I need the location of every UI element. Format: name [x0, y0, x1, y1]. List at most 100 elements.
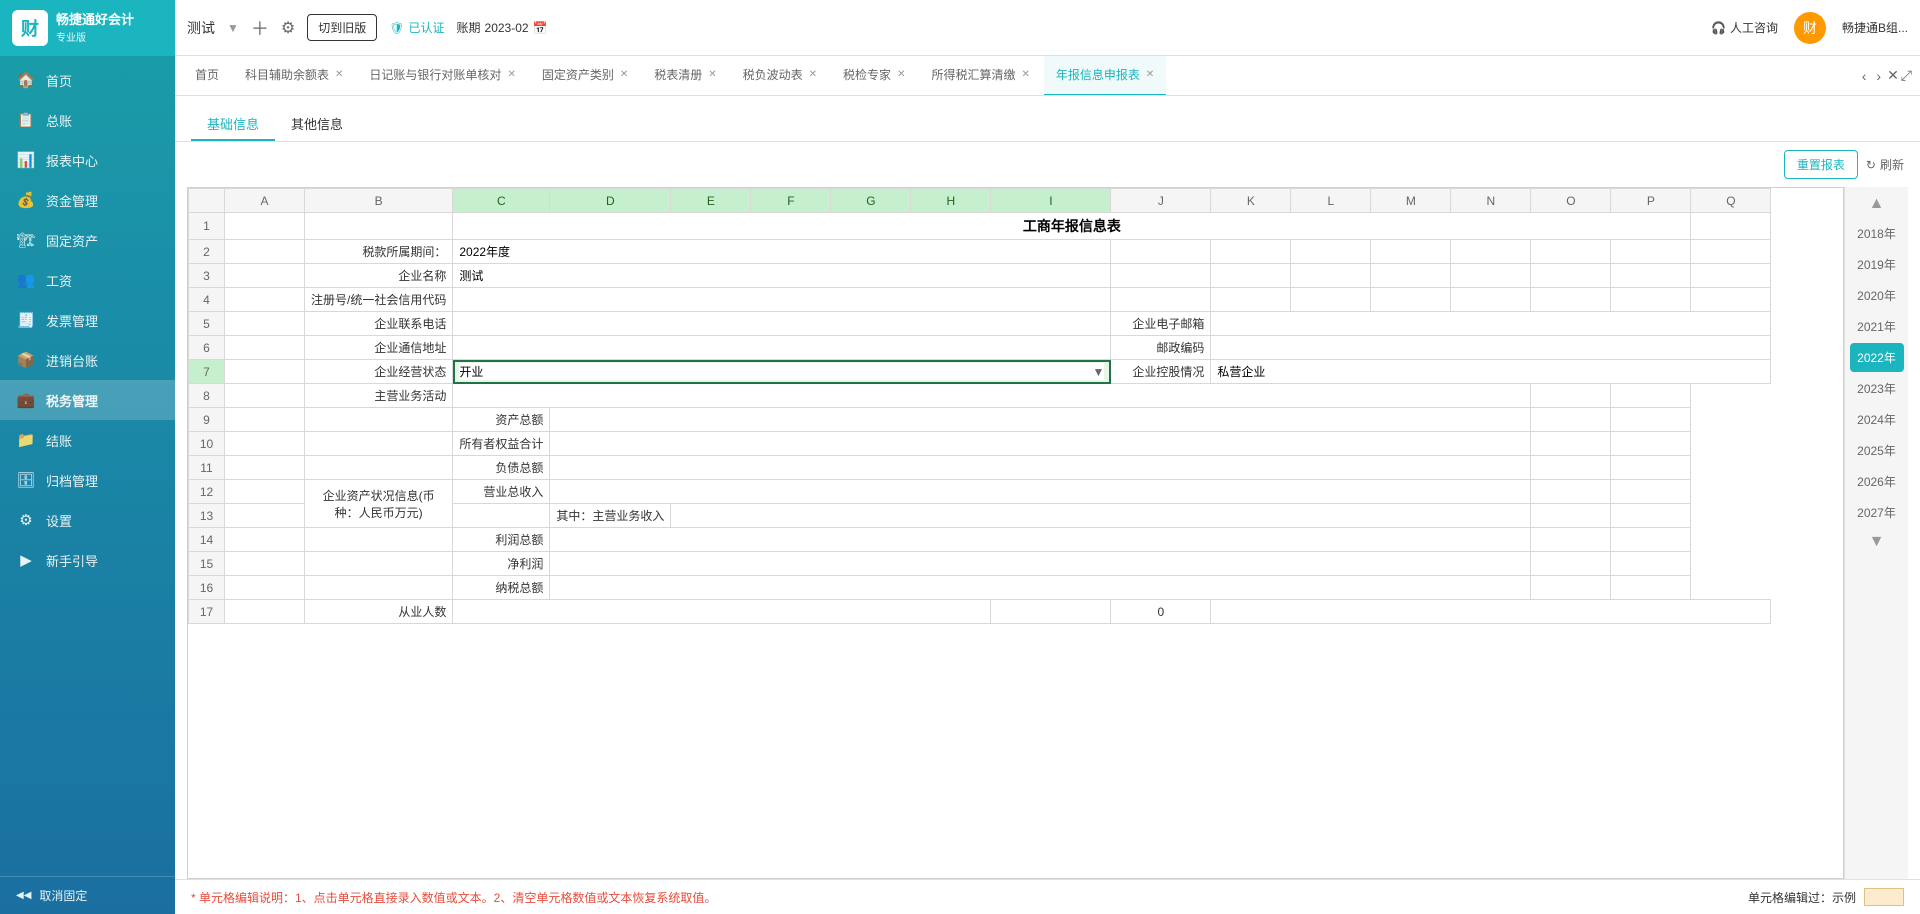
cell-15-d[interactable] — [550, 552, 1531, 576]
tab-tax-table[interactable]: 税表清册 ✕ — [642, 56, 728, 96]
cell-14-q[interactable] — [1611, 528, 1691, 552]
sidebar-collapse[interactable]: ◀◀ 取消固定 — [0, 876, 175, 914]
cell-5-a[interactable] — [225, 312, 305, 336]
cell-10-b[interactable] — [305, 432, 453, 456]
cell-1-q[interactable] — [1691, 213, 1771, 240]
cell-12-a[interactable] — [225, 480, 305, 504]
cell-5-c[interactable] — [453, 312, 1111, 336]
cell-16-c[interactable]: 纳税总额 — [453, 576, 550, 600]
cell-1-b[interactable] — [305, 213, 453, 240]
cell-10-a[interactable] — [225, 432, 305, 456]
cell-4-p[interactable] — [1611, 288, 1691, 312]
cell-2-o[interactable] — [1531, 240, 1611, 264]
cell-4-m[interactable] — [1371, 288, 1451, 312]
cell-17-j[interactable]: 0 — [1111, 600, 1211, 624]
cell-10-p[interactable] — [1531, 432, 1611, 456]
cell-9-a[interactable] — [225, 408, 305, 432]
cell-5-k[interactable] — [1211, 312, 1771, 336]
sidebar-item-guide[interactable]: ▶ 新手引导 — [0, 540, 175, 580]
cell-8-b[interactable]: 主营业务活动 — [305, 384, 453, 408]
col-header-e[interactable]: E — [671, 189, 751, 213]
cell-2-p[interactable] — [1611, 240, 1691, 264]
cell-2-c[interactable]: 2022年度 — [453, 240, 1111, 264]
cell-3-j[interactable] — [1111, 264, 1211, 288]
year-item-2019[interactable]: 2019年 — [1850, 250, 1904, 279]
cell-14-c[interactable]: 利润总额 — [453, 528, 550, 552]
cell-10-q[interactable] — [1611, 432, 1691, 456]
cell-17-i[interactable] — [991, 600, 1111, 624]
cell-2-l[interactable] — [1291, 240, 1371, 264]
sidebar-item-archive[interactable]: 🗄 归档管理 — [0, 460, 175, 500]
col-header-j[interactable]: J — [1111, 189, 1211, 213]
cell-4-b[interactable]: 注册号/统一社会信用代码 — [305, 288, 453, 312]
year-nav-up-icon[interactable]: ▲ — [1865, 191, 1889, 217]
tab-tax-inspect-close[interactable]: ✕ — [897, 69, 905, 80]
cell-3-c[interactable]: 测试 — [453, 264, 1111, 288]
cell-16-a[interactable] — [225, 576, 305, 600]
cell-3-p[interactable] — [1611, 264, 1691, 288]
tab-fixed-asset-cat[interactable]: 固定资产类别 ✕ — [530, 56, 640, 96]
col-header-o[interactable]: O — [1531, 189, 1611, 213]
tab-journal-bank[interactable]: 日记账与银行对账单核对 ✕ — [357, 56, 527, 96]
cell-11-b[interactable] — [305, 456, 453, 480]
cell-14-p[interactable] — [1531, 528, 1611, 552]
tab-tax-fluctuation[interactable]: 税负波动表 ✕ — [731, 56, 829, 96]
col-header-f[interactable]: F — [751, 189, 831, 213]
cell-11-a[interactable] — [225, 456, 305, 480]
cell-1-a[interactable] — [225, 213, 305, 240]
cell-5-j[interactable]: 企业电子邮箱 — [1111, 312, 1211, 336]
cell-3-q[interactable] — [1691, 264, 1771, 288]
cell-4-j[interactable] — [1111, 288, 1211, 312]
cell-15-p[interactable] — [1531, 552, 1611, 576]
cell-10-d[interactable] — [550, 432, 1531, 456]
cell-11-d[interactable] — [550, 456, 1531, 480]
cell-4-o[interactable] — [1531, 288, 1611, 312]
sidebar-item-report[interactable]: 📊 报表中心 — [0, 140, 175, 180]
cell-8-c[interactable] — [453, 384, 1531, 408]
cell-7-b[interactable]: 企业经营状态 — [305, 360, 453, 384]
cell-2-m[interactable] — [1371, 240, 1451, 264]
sidebar-item-close[interactable]: 📁 结账 — [0, 420, 175, 460]
cell-12-d[interactable] — [550, 480, 1531, 504]
cell-7-k[interactable]: 私营企业 — [1211, 360, 1771, 384]
tab-fixed-asset-cat-close[interactable]: ✕ — [620, 69, 628, 80]
cell-13-q[interactable] — [1611, 504, 1691, 528]
cell-12-c[interactable]: 营业总收入 — [453, 480, 550, 504]
tab-annual-report-close[interactable]: ✕ — [1146, 69, 1154, 80]
cell-9-d[interactable] — [550, 408, 1531, 432]
tab-income-tax[interactable]: 所得税汇算清缴 ✕ — [919, 56, 1041, 96]
year-item-2025[interactable]: 2025年 — [1850, 436, 1904, 465]
cell-11-c[interactable]: 负债总额 — [453, 456, 550, 480]
sidebar-item-invoice[interactable]: 🧾 发票管理 — [0, 300, 175, 340]
cell-4-c[interactable] — [453, 288, 1111, 312]
col-header-m[interactable]: M — [1371, 189, 1451, 213]
tab-annual-report[interactable]: 年报信息申报表 ✕ — [1044, 56, 1166, 96]
btn-reset[interactable]: 重置报表 — [1784, 150, 1858, 179]
tab-nav-next-icon[interactable]: › — [1872, 64, 1885, 88]
cell-8-q[interactable] — [1611, 384, 1691, 408]
sub-tab-other[interactable]: 其他信息 — [275, 108, 359, 141]
year-item-2023[interactable]: 2023年 — [1850, 374, 1904, 403]
dropdown-arrow-icon[interactable]: ▼ — [1092, 365, 1104, 379]
cell-4-a[interactable] — [225, 288, 305, 312]
col-header-q[interactable]: Q — [1691, 189, 1771, 213]
cell-16-d[interactable] — [550, 576, 1531, 600]
cell-2-b[interactable]: 税款所属期间： — [305, 240, 453, 264]
cell-9-c[interactable]: 资产总额 — [453, 408, 550, 432]
topbar-dropdown-icon[interactable]: ▼ — [227, 21, 239, 35]
cell-3-b[interactable]: 企业名称 — [305, 264, 453, 288]
cell-3-l[interactable] — [1291, 264, 1371, 288]
cell-6-k[interactable] — [1211, 336, 1771, 360]
col-header-p[interactable]: P — [1611, 189, 1691, 213]
cell-17-k[interactable] — [1211, 600, 1771, 624]
col-header-h[interactable]: H — [911, 189, 991, 213]
year-item-2024[interactable]: 2024年 — [1850, 405, 1904, 434]
cell-14-b[interactable] — [305, 528, 453, 552]
cell-8-a[interactable] — [225, 384, 305, 408]
customer-service-btn[interactable]: 🎧 人工咨询 — [1711, 19, 1778, 36]
year-item-2018[interactable]: 2018年 — [1850, 219, 1904, 248]
sidebar-item-ledger[interactable]: 📋 总账 — [0, 100, 175, 140]
tab-tax-table-close[interactable]: ✕ — [708, 69, 716, 80]
cell-13-c[interactable] — [453, 504, 550, 528]
col-header-n[interactable]: N — [1451, 189, 1531, 213]
